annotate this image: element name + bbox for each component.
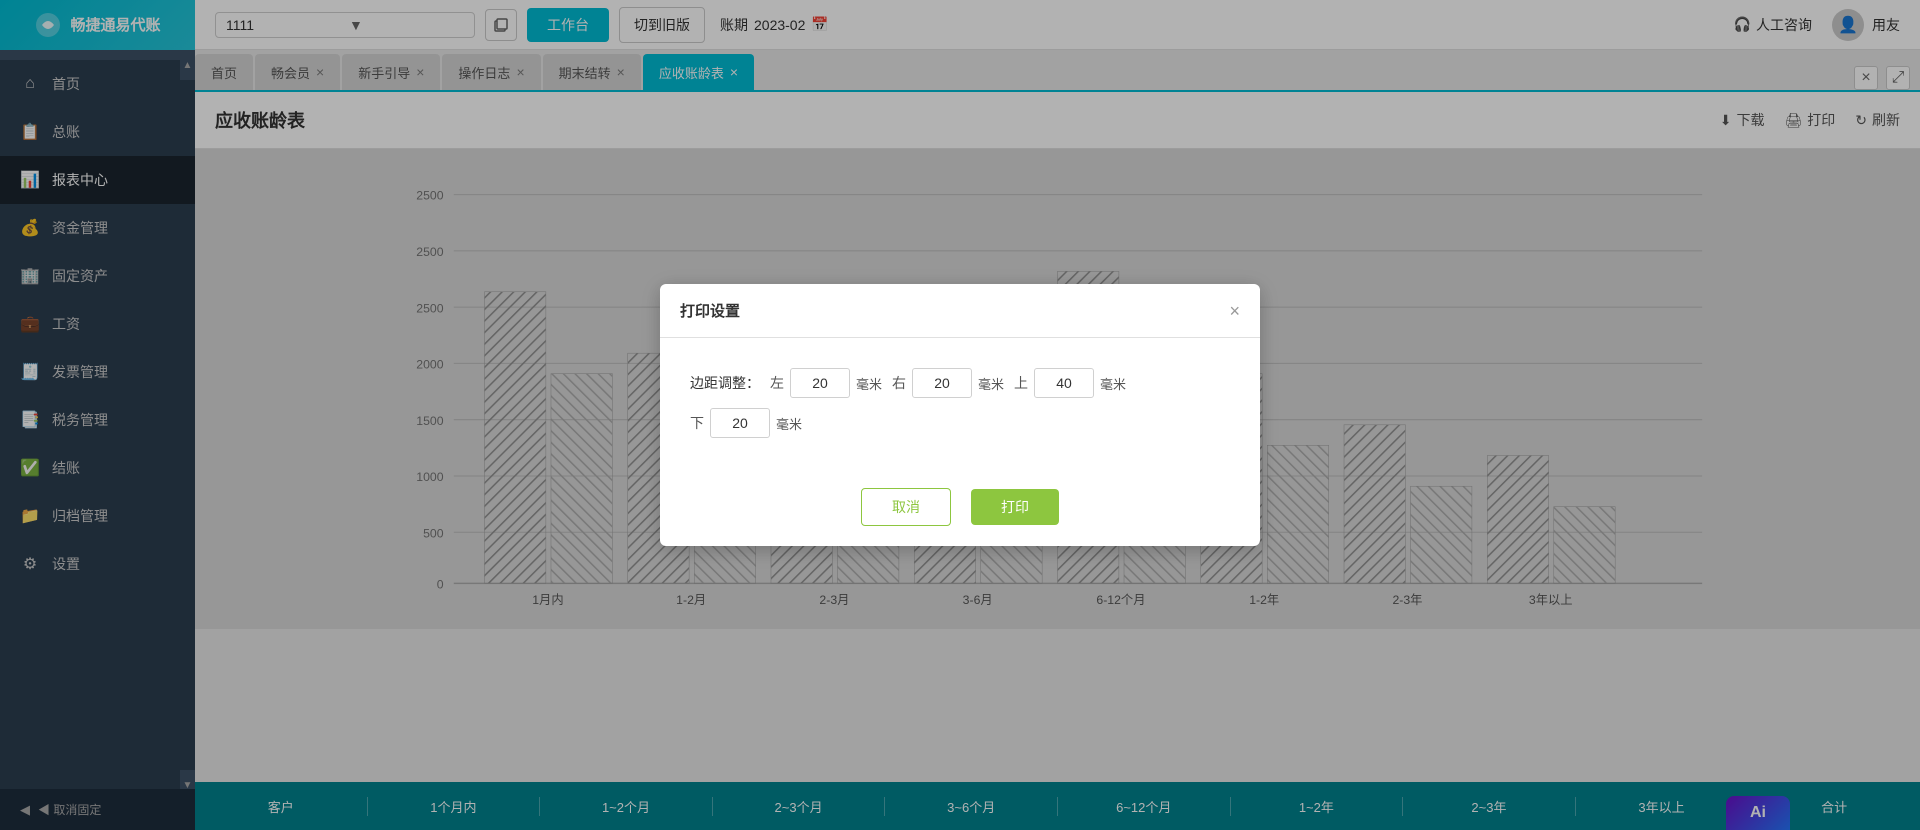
modal-header: 打印设置 × bbox=[660, 284, 1260, 338]
margin-row: 边距调整： 左 毫米 右 毫米 上 毫米 下 bbox=[690, 368, 1230, 438]
modal-close-button[interactable]: × bbox=[1229, 302, 1240, 320]
top-unit-label: 毫米 bbox=[1100, 374, 1126, 393]
modal-print-button[interactable]: 打印 bbox=[971, 489, 1059, 525]
print-settings-modal: 打印设置 × 边距调整： 左 毫米 右 毫米 上 毫米 bbox=[660, 284, 1260, 546]
modal-title: 打印设置 bbox=[680, 300, 740, 321]
bottom-direction-label: 下 bbox=[690, 413, 704, 433]
cancel-button[interactable]: 取消 bbox=[861, 488, 951, 526]
margin-left-group: 左 毫米 bbox=[770, 368, 882, 398]
margin-left-input[interactable] bbox=[790, 368, 850, 398]
bottom-unit-label: 毫米 bbox=[776, 414, 802, 433]
margin-right-group: 右 毫米 bbox=[892, 368, 1004, 398]
margin-bottom-group: 下 毫米 bbox=[690, 408, 802, 438]
margin-top-input[interactable] bbox=[1034, 368, 1094, 398]
modal-overlay[interactable]: 打印设置 × 边距调整： 左 毫米 右 毫米 上 毫米 bbox=[0, 0, 1920, 830]
margin-label: 边距调整： bbox=[690, 373, 760, 393]
top-direction-label: 上 bbox=[1014, 373, 1028, 393]
modal-footer: 取消 打印 bbox=[660, 468, 1260, 546]
left-unit-label: 毫米 bbox=[856, 374, 882, 393]
left-direction-label: 左 bbox=[770, 373, 784, 393]
right-unit-label: 毫米 bbox=[978, 374, 1004, 393]
right-direction-label: 右 bbox=[892, 373, 906, 393]
margin-right-input[interactable] bbox=[912, 368, 972, 398]
margin-bottom-input[interactable] bbox=[710, 408, 770, 438]
margin-top-group: 上 毫米 bbox=[1014, 368, 1126, 398]
modal-body: 边距调整： 左 毫米 右 毫米 上 毫米 下 bbox=[660, 338, 1260, 468]
